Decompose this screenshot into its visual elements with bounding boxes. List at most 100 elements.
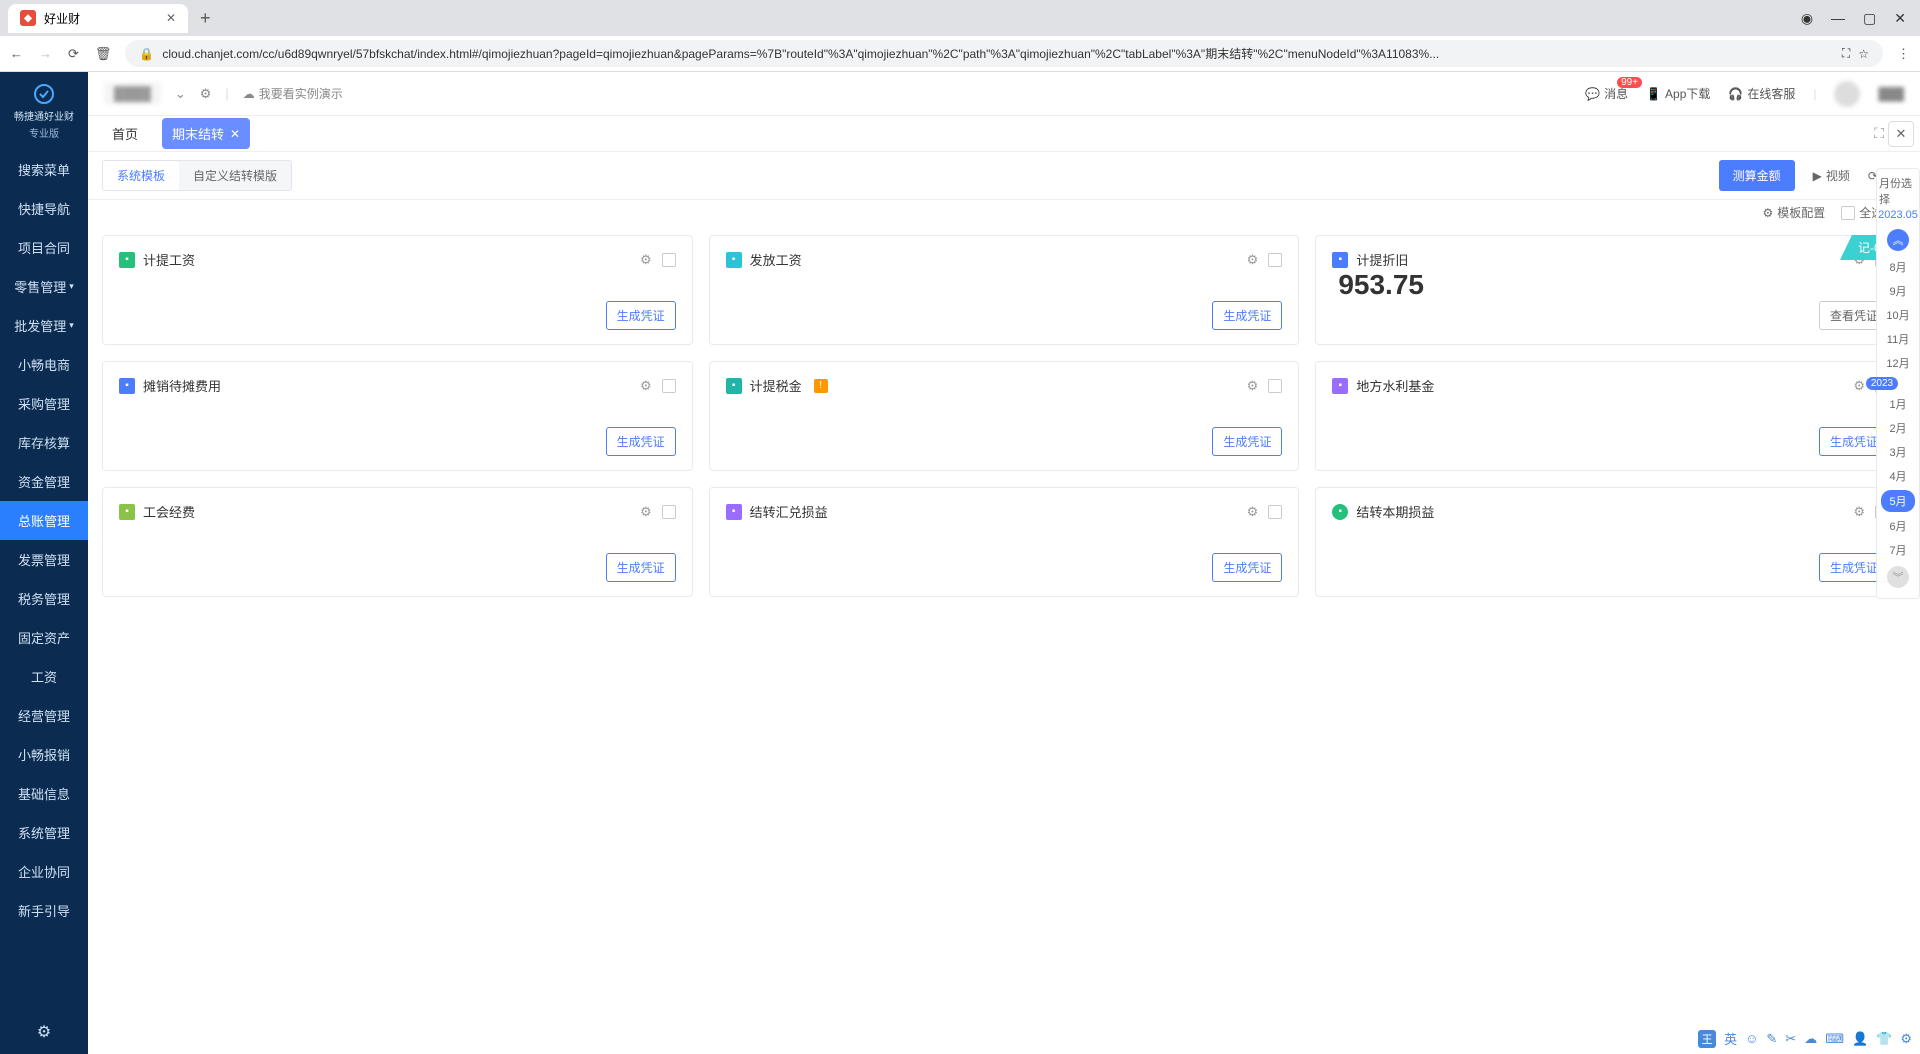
messages-button[interactable]: 💬 消息 99+ <box>1585 85 1628 102</box>
card-checkbox[interactable] <box>1268 253 1282 267</box>
template-config-link[interactable]: ⚙ 模板配置 <box>1763 204 1826 221</box>
generate-voucher-button[interactable]: 生成凭证 <box>606 301 676 330</box>
card-gear-icon[interactable]: ⚙ <box>640 378 652 394</box>
delete-icon[interactable]: 🗑 <box>95 46 112 62</box>
sidebar-item[interactable]: 小畅报销 <box>0 735 88 774</box>
month-item[interactable]: 11月 <box>1886 327 1909 351</box>
sidebar-item[interactable]: 搜索菜单 <box>0 150 88 189</box>
month-item[interactable]: 3月 <box>1889 440 1906 464</box>
new-tab-button[interactable]: + <box>188 8 223 29</box>
forward-icon[interactable]: → <box>39 46 52 62</box>
month-item[interactable]: 7月 <box>1889 538 1906 562</box>
sidebar-item[interactable]: 发票管理 <box>0 540 88 579</box>
sidebar-item[interactable]: 新手引导 <box>0 891 88 930</box>
card-checkbox[interactable] <box>1268 505 1282 519</box>
org-gear-icon[interactable]: ⚙ <box>200 86 212 102</box>
tray-person-icon[interactable]: 👤 <box>1852 1031 1868 1047</box>
sidebar-item[interactable]: 批发管理▾ <box>0 306 88 345</box>
sidebar-item-label: 工资 <box>31 667 57 686</box>
close-window-icon[interactable]: ✕ <box>1894 10 1906 27</box>
avatar[interactable] <box>1834 81 1860 107</box>
settings-gear-icon[interactable]: ⚙ <box>37 1024 51 1041</box>
card-gear-icon[interactable]: ⚙ <box>1853 378 1865 394</box>
month-up-icon[interactable]: ︽ <box>1887 229 1909 251</box>
month-current[interactable]: 5月 <box>1881 490 1914 512</box>
month-down-icon[interactable]: ︾ <box>1887 566 1909 588</box>
sidebar-item[interactable]: 快捷导航 <box>0 189 88 228</box>
month-item[interactable]: 1月 <box>1889 392 1906 416</box>
tray-gear-icon[interactable]: ⚙ <box>1900 1031 1912 1047</box>
sidebar-item[interactable]: 项目合同 <box>0 228 88 267</box>
app-download-button[interactable]: 📱 App下载 <box>1646 85 1710 102</box>
card-gear-icon[interactable]: ⚙ <box>640 252 652 268</box>
reload-icon[interactable]: ⟳ <box>68 46 79 62</box>
tab-home[interactable]: 首页 <box>102 118 148 149</box>
translate-icon[interactable]: ⛶ <box>1842 46 1850 61</box>
sidebar-item[interactable]: 工资 <box>0 657 88 696</box>
sidebar-item[interactable]: 经营管理 <box>0 696 88 735</box>
tab-period-end-closing[interactable]: 期末结转 ✕ <box>162 118 250 149</box>
sidebar-item[interactable]: 税务管理 <box>0 579 88 618</box>
month-item[interactable]: 6月 <box>1889 514 1906 538</box>
card-gear-icon[interactable]: ⚙ <box>640 504 652 520</box>
subtab-system-template[interactable]: 系统模板 <box>103 161 179 190</box>
org-selector[interactable]: ████ <box>104 82 161 105</box>
card-gear-icon[interactable]: ⚙ <box>1247 378 1259 394</box>
sidebar-item[interactable]: 基础信息 <box>0 774 88 813</box>
url-field[interactable]: 🔒 cloud.chanjet.com/cc/u6d89qwnryel/57bf… <box>125 40 1883 67</box>
browser-tab[interactable]: ◆ 好业财 ✕ <box>8 4 188 33</box>
subtab-custom-template[interactable]: 自定义结转模版 <box>179 161 291 190</box>
tray-edit-icon[interactable]: ✎ <box>1766 1031 1777 1047</box>
star-icon[interactable]: ☆ <box>1858 47 1869 61</box>
card-checkbox[interactable] <box>662 379 676 393</box>
sidebar-item[interactable]: 库存核算 <box>0 423 88 462</box>
month-item[interactable]: 10月 <box>1886 303 1909 327</box>
sidebar-item[interactable]: 总账管理 <box>0 501 88 540</box>
sidebar-item[interactable]: 系统管理 <box>0 813 88 852</box>
month-item[interactable]: 12月 <box>1886 351 1909 375</box>
month-item[interactable]: 2月 <box>1889 416 1906 440</box>
sidebar-item[interactable]: 资金管理 <box>0 462 88 501</box>
sidebar-item[interactable]: 小畅电商 <box>0 345 88 384</box>
month-item[interactable]: 9月 <box>1886 279 1909 303</box>
tray-cloud-icon[interactable]: ☁ <box>1804 1031 1817 1047</box>
sidebar-item-label: 系统管理 <box>18 823 70 842</box>
generate-voucher-button[interactable]: 生成凭证 <box>1212 301 1282 330</box>
calculate-button[interactable]: 测算金额 <box>1719 160 1795 191</box>
tray-shirt-icon[interactable]: 👕 <box>1876 1031 1892 1047</box>
card-gear-icon[interactable]: ⚙ <box>1247 504 1259 520</box>
sidebar-item[interactable]: 零售管理▾ <box>0 267 88 306</box>
chevron-down-icon[interactable]: ⌄ <box>175 86 186 102</box>
card-checkbox[interactable] <box>662 505 676 519</box>
tab-close-icon[interactable]: ✕ <box>230 127 240 141</box>
tray-scissors-icon[interactable]: ✂ <box>1785 1031 1796 1047</box>
close-panel-icon[interactable]: ✕ <box>1888 121 1914 147</box>
generate-voucher-button[interactable]: 生成凭证 <box>1212 553 1282 582</box>
back-icon[interactable]: ← <box>10 46 23 62</box>
minimize-icon[interactable]: — <box>1831 10 1845 26</box>
sidebar-item[interactable]: 固定资产 <box>0 618 88 657</box>
card-type-icon: ▪ <box>1332 378 1348 394</box>
ime-icon[interactable]: 王 <box>1698 1030 1716 1048</box>
video-link[interactable]: ▶ 视频 <box>1813 167 1850 184</box>
card-gear-icon[interactable]: ⚙ <box>1853 504 1865 520</box>
demo-link[interactable]: ☁ 我要看实例演示 <box>243 85 343 102</box>
generate-voucher-button[interactable]: 生成凭证 <box>1212 427 1282 456</box>
card-gear-icon[interactable]: ⚙ <box>1247 252 1259 268</box>
month-item[interactable]: 8月 <box>1886 255 1909 279</box>
ime-lang[interactable]: 英 <box>1724 1029 1737 1048</box>
month-item[interactable]: 4月 <box>1889 464 1906 488</box>
sidebar-item[interactable]: 企业协同 <box>0 852 88 891</box>
generate-voucher-button[interactable]: 生成凭证 <box>606 553 676 582</box>
card-checkbox[interactable] <box>662 253 676 267</box>
sidebar-item[interactable]: 采购管理 <box>0 384 88 423</box>
maximize-icon[interactable]: ▢ <box>1863 10 1876 27</box>
tray-keyboard-icon[interactable]: ⌨ <box>1825 1031 1844 1047</box>
fullscreen-icon[interactable]: ⛶ <box>1874 125 1884 142</box>
menu-icon[interactable]: ⋮ <box>1897 46 1910 62</box>
generate-voucher-button[interactable]: 生成凭证 <box>606 427 676 456</box>
card-checkbox[interactable] <box>1268 379 1282 393</box>
support-button[interactable]: 🎧 在线客服 <box>1728 85 1795 102</box>
tab-close-icon[interactable]: ✕ <box>166 11 176 25</box>
tray-smile-icon[interactable]: ☺ <box>1745 1031 1758 1046</box>
